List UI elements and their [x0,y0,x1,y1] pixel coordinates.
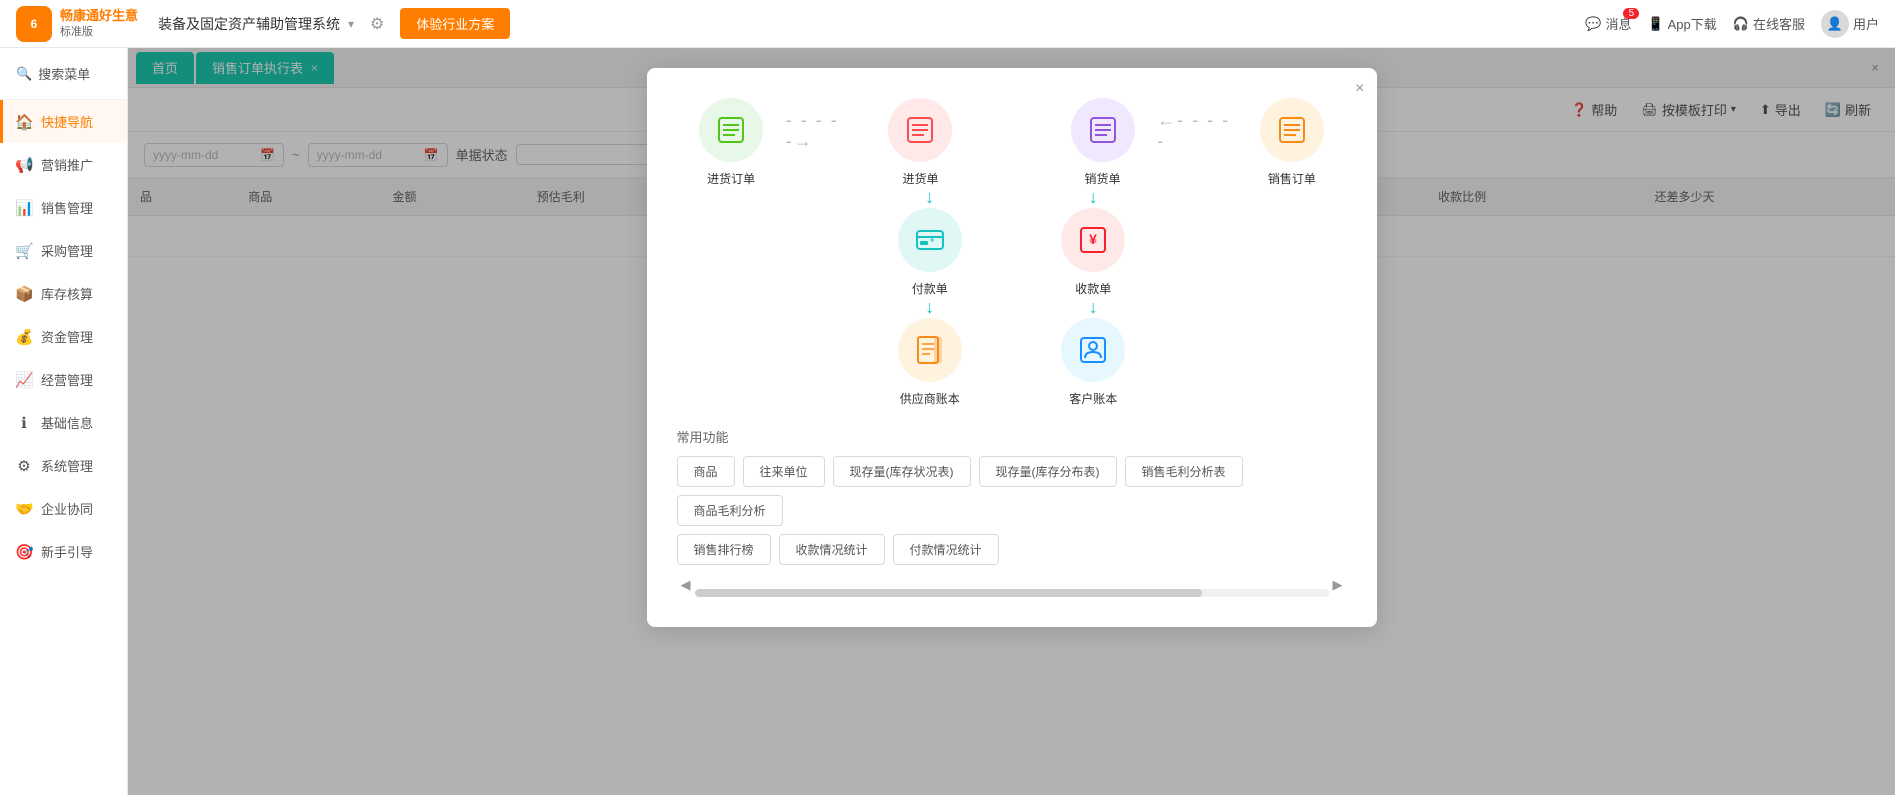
top-bar: 6 畅康通好生意 标准版 装备及固定资产辅助管理系统 ▾ ⚙ 体验行业方案 💬 … [0,0,1895,48]
scroll-left-arrow[interactable]: ◀ [677,577,695,593]
svg-text:¥: ¥ [1089,231,1097,247]
sidebar-item-enterprise[interactable]: 🤝 企业协同 [0,487,127,530]
service-icon: 🎧 [1733,16,1749,32]
flow-node-supplier-ledger: 供应商账本 [881,318,979,407]
purchase-circle[interactable] [888,98,952,162]
flow-node-receipt: ¥ 收款单 [1044,208,1142,297]
common-functions-title: 常用功能 [677,427,1347,446]
sidebar-item-finance[interactable]: 💰 资金管理 [0,315,127,358]
sidebar-item-basic-info[interactable]: ℹ 基础信息 [0,401,127,444]
flow-row-3: 供应商账本 客户账本 [677,318,1347,407]
content-area: 首页 销售订单执行表 × × ❓ 帮助 🖨 按模板打印 ▾ [128,48,1895,795]
flow-diagram: 进货订单 - - - - -→ 进货单 [677,98,1347,407]
message-icon: 💬 [1585,16,1601,32]
search-menu-item[interactable]: 🔍 搜索菜单 [8,56,119,91]
finance-icon: 💰 [15,328,33,346]
btn-counterparty[interactable]: 往来单位 [743,456,825,487]
sidebar: 🔍 搜索菜单 🏠 快捷导航 📢 营销推广 📊 销售管理 🛒 采购管理 [0,48,128,795]
btn-product-margin[interactable]: 商品毛利分析 [677,495,783,526]
trial-button[interactable]: 体验行业方案 [400,8,510,39]
flow-node-payment: ¥ 付款单 [881,208,979,297]
flow-node-customer-ledger: 客户账本 [1044,318,1142,407]
btn-product[interactable]: 商品 [677,456,735,487]
quick-nav-modal: × 进货订单 [647,68,1377,627]
logo-area: 6 畅康通好生意 标准版 [16,6,138,42]
flow-node-purchase: 进货单 [866,98,975,187]
app-download-button[interactable]: 📱 App下载 [1647,14,1716,33]
v-arrow-payment-down: ↓ [881,297,979,318]
system-dropdown[interactable]: ▾ [348,17,354,31]
search-icon: 🔍 [16,66,32,82]
modal-overlay[interactable]: × 进货订单 [128,48,1895,795]
btn-sales-ranking[interactable]: 销售排行榜 [677,534,771,565]
user-area[interactable]: 👤 用户 [1821,10,1879,38]
sidebar-item-marketing[interactable]: 📢 营销推广 [0,143,127,186]
system-icon: ⚙ [15,457,33,475]
marketing-icon: 📢 [15,156,33,174]
arrow-so-to-s: ←- - - - - [1157,110,1237,152]
sidebar-item-sales[interactable]: 📊 销售管理 [0,186,127,229]
system-title: 装备及固定资产辅助管理系统 [158,14,340,34]
v-arrow-purchase-down: ↓ [881,187,979,208]
sidebar-search-area: 🔍 搜索菜单 [0,48,127,100]
sidebar-item-system[interactable]: ⚙ 系统管理 [0,444,127,487]
newbie-icon: 🎯 [15,543,33,561]
purchase-icon: 🛒 [15,242,33,260]
sales-circle[interactable] [1071,98,1135,162]
scrollbar-thumb [695,589,1202,597]
info-icon: ℹ [15,414,33,432]
operations-icon: 📈 [15,371,33,389]
btn-payment-stats[interactable]: 付款情况统计 [893,534,999,565]
flow-row-2: ¥ 付款单 ¥ 收款单 [677,208,1347,297]
online-service-button[interactable]: 🎧 在线客服 [1733,14,1805,33]
flow-node-purchase-order: 进货订单 [677,98,786,187]
sales-order-circle[interactable] [1260,98,1324,162]
svg-text:¥: ¥ [929,235,935,244]
logo-icon: 6 [16,6,52,42]
flow-node-sales: 销货单 [1048,98,1157,187]
sidebar-item-inventory[interactable]: 📦 库存核算 [0,272,127,315]
sidebar-item-newbie[interactable]: 🎯 新手引导 [0,530,127,573]
message-button[interactable]: 💬 消息 5 [1585,14,1631,33]
modal-close-button[interactable]: × [1355,80,1364,98]
flow-vertical-arrows: ↓ ↓ [677,187,1347,208]
purchase-order-circle[interactable] [699,98,763,162]
flow-node-sales-order: 销售订单 [1237,98,1346,187]
flow-row-1: 进货订单 - - - - -→ 进货单 [677,98,1347,187]
modal-scrollbar-area: ◀ ▶ [677,573,1347,597]
btn-inventory-status[interactable]: 现存量(库存状况表) [833,456,971,487]
settings-icon[interactable]: ⚙ [370,14,384,34]
btn-inventory-distribution[interactable]: 现存量(库存分布表) [979,456,1117,487]
user-avatar: 👤 [1821,10,1849,38]
common-buttons-row-1: 商品 往来单位 现存量(库存状况表) 现存量(库存分布表) 销售毛利分析表 商品… [677,456,1347,526]
customer-ledger-circle[interactable] [1061,318,1125,382]
top-right-area: 💬 消息 5 📱 App下载 🎧 在线客服 👤 用户 [1585,10,1879,38]
btn-receipt-stats[interactable]: 收款情况统计 [779,534,885,565]
modal-scrollbar[interactable] [695,589,1329,597]
flow-vertical-arrows-2: ↓ ↓ [677,297,1347,318]
common-buttons-row-2: 销售排行榜 收款情况统计 付款情况统计 [677,534,1347,565]
payment-circle[interactable]: ¥ [898,208,962,272]
arrow-po-to-p: - - - - -→ [786,110,866,152]
logo-text: 畅康通好生意 标准版 [60,8,138,39]
btn-sales-margin[interactable]: 销售毛利分析表 [1125,456,1243,487]
v-arrow-sales-down: ↓ [1044,187,1142,208]
message-badge: 5 [1623,8,1639,19]
sidebar-item-quick-nav[interactable]: 🏠 快捷导航 [0,100,127,143]
main-area: 🔍 搜索菜单 🏠 快捷导航 📢 营销推广 📊 销售管理 🛒 采购管理 [0,48,1895,795]
common-functions-section: 常用功能 商品 往来单位 现存量(库存状况表) 现存量(库存分布表) 销售毛利分… [677,427,1347,565]
sales-icon: 📊 [15,199,33,217]
v-arrow-receipt-down: ↓ [1044,297,1142,318]
svg-text:6: 6 [31,17,38,31]
sidebar-item-purchase[interactable]: 🛒 采购管理 [0,229,127,272]
download-icon: 📱 [1647,16,1663,32]
supplier-ledger-circle[interactable] [898,318,962,382]
home-icon: 🏠 [15,113,33,131]
scroll-right-arrow[interactable]: ▶ [1329,577,1347,593]
sidebar-item-operations[interactable]: 📈 经营管理 [0,358,127,401]
inventory-icon: 📦 [15,285,33,303]
enterprise-icon: 🤝 [15,500,33,518]
receipt-circle[interactable]: ¥ [1061,208,1125,272]
